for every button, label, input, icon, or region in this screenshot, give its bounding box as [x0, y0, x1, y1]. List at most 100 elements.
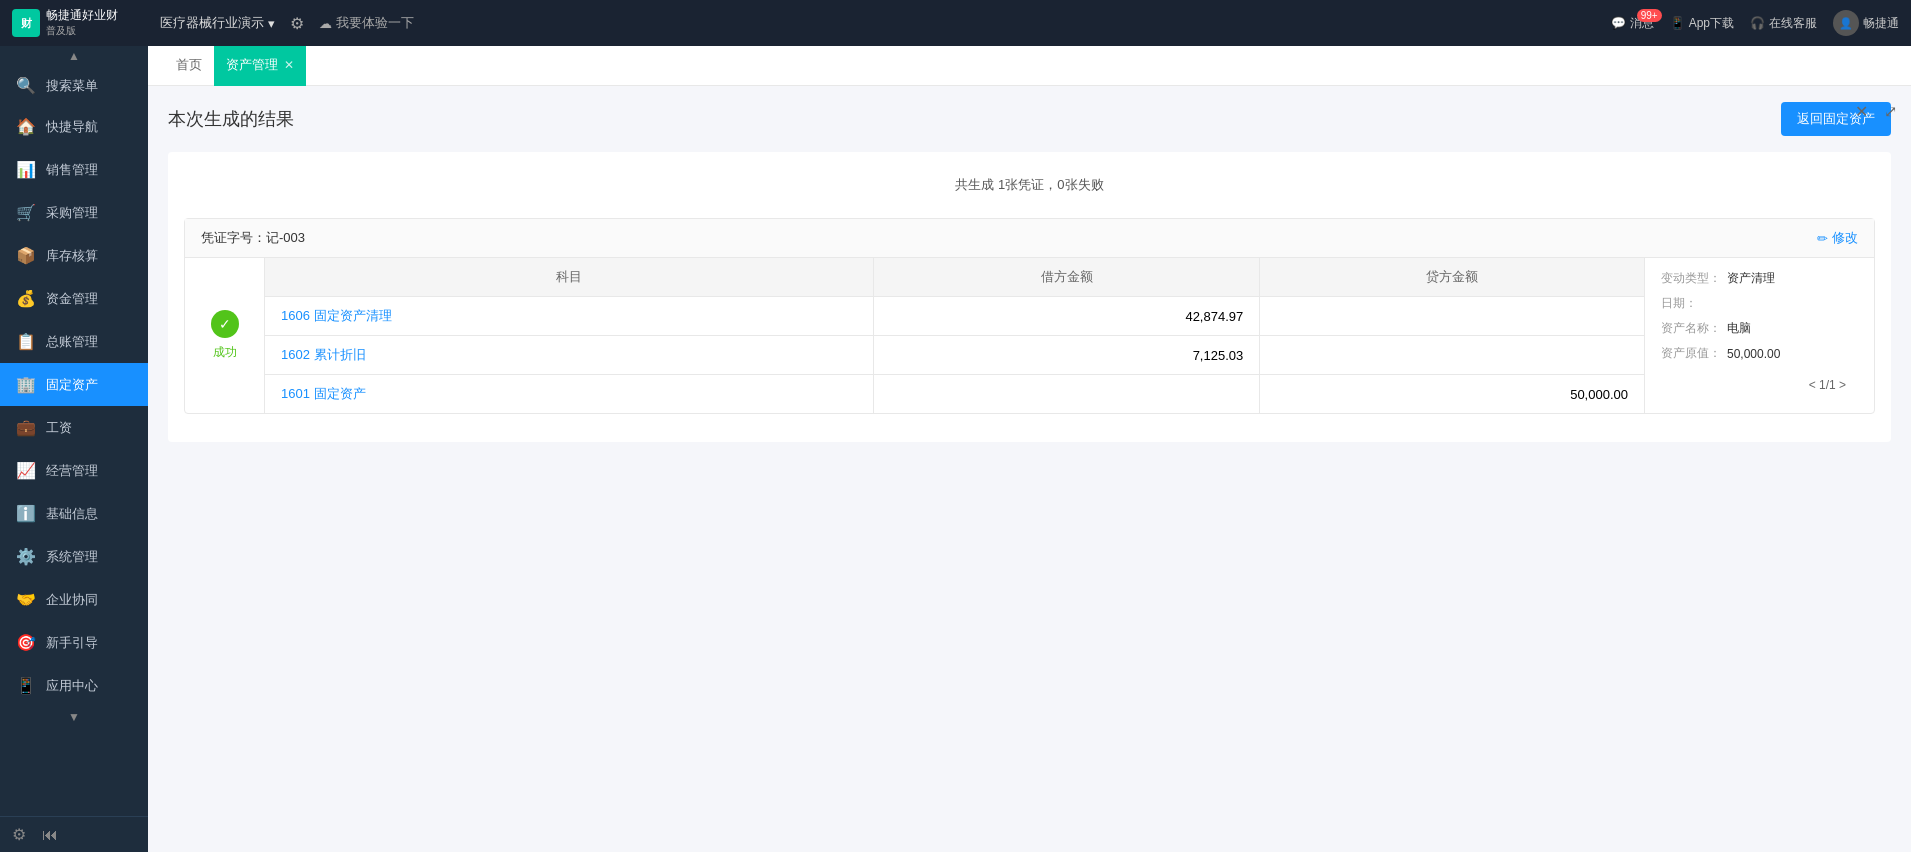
sidebar-item-basic-info[interactable]: ℹ️ 基础信息 [0, 492, 148, 535]
app-name: 畅捷通好业财 [46, 8, 118, 24]
sidebar-item-finance[interactable]: 💰 资金管理 [0, 277, 148, 320]
debit-1: 42,874.97 [873, 297, 1259, 336]
expand-panel-button[interactable]: ⤢ [1878, 100, 1903, 123]
asset-original-value: 50,000.00 [1727, 347, 1780, 361]
experience-button[interactable]: ☁ 我要体验一下 [319, 14, 414, 32]
tab-asset-management-label: 资产管理 [226, 56, 278, 74]
sidebar-item-operations[interactable]: 📈 经营管理 [0, 449, 148, 492]
fixed-assets-icon: 🏢 [16, 375, 36, 394]
sidebar-item-system[interactable]: ⚙️ 系统管理 [0, 535, 148, 578]
top-header: 财 畅捷通好业财 普及版 医疗器械行业演示 ▾ ⚙ ☁ 我要体验一下 💬 消息 … [0, 0, 1911, 46]
user-area[interactable]: 👤 畅捷通 [1833, 10, 1899, 36]
asset-name-label: 资产名称： [1661, 320, 1721, 337]
sales-icon: 📊 [16, 160, 36, 179]
close-panel-button[interactable]: ✕ [1849, 100, 1874, 123]
sidebar-label-quick-nav: 快捷导航 [46, 118, 98, 136]
app-download-button[interactable]: 📱 App下载 [1670, 15, 1734, 32]
app-center-icon: 📱 [16, 676, 36, 695]
date-label: 日期： [1661, 295, 1697, 312]
sidebar-item-cooperation[interactable]: 🤝 企业协同 [0, 578, 148, 621]
sidebar-label-guide: 新手引导 [46, 634, 98, 652]
subject-link-3[interactable]: 1601 固定资产 [281, 386, 366, 401]
logo-area: 财 畅捷通好业财 普及版 [12, 8, 160, 38]
sidebar-label-purchase: 采购管理 [46, 204, 98, 222]
download-icon: 📱 [1670, 16, 1685, 30]
purchase-icon: 🛒 [16, 203, 36, 222]
search-icon: 🔍 [16, 76, 36, 95]
nav-bar: 医疗器械行业演示 ▾ ⚙ ☁ 我要体验一下 [160, 9, 1611, 37]
asset-original-row: 资产原值： 50,000.00 [1661, 345, 1858, 362]
basic-info-icon: ℹ️ [16, 504, 36, 523]
settings-icon[interactable]: ⚙ [283, 9, 311, 37]
chevron-down-icon: ▾ [268, 16, 275, 31]
credit-3: 50,000.00 [1260, 375, 1644, 414]
sidebar-label-operations: 经营管理 [46, 462, 98, 480]
sidebar-item-inventory[interactable]: 📦 库存核算 [0, 234, 148, 277]
message-badge: 99+ [1637, 9, 1662, 22]
sidebar-label-cooperation: 企业协同 [46, 591, 98, 609]
table-row: 1602 累计折旧 7,125.03 [265, 336, 1644, 375]
home-icon: 🏠 [16, 117, 36, 136]
tab-close-icon[interactable]: ✕ [284, 58, 294, 72]
logo-icon: 财 [12, 9, 40, 37]
sidebar-scroll-down[interactable]: ▼ [0, 707, 148, 727]
credit-2 [1260, 336, 1644, 375]
sidebar-item-ledger[interactable]: 📋 总账管理 [0, 320, 148, 363]
table-row: 1606 固定资产清理 42,874.97 [265, 297, 1644, 336]
col-debit: 借方金额 [873, 258, 1259, 297]
system-icon: ⚙️ [16, 547, 36, 566]
subject-link-1[interactable]: 1606 固定资产清理 [281, 308, 392, 323]
tab-asset-management[interactable]: 资产管理 ✕ [214, 46, 306, 86]
app-download-label: App下载 [1689, 15, 1734, 32]
sidebar-label-fixed-assets: 固定资产 [46, 376, 98, 394]
sidebar-label-finance: 资金管理 [46, 290, 98, 308]
asset-name-value: 电脑 [1727, 320, 1751, 337]
change-type-row: 变动类型： 资产清理 [1661, 270, 1858, 287]
subject-link-2[interactable]: 1602 累计折旧 [281, 347, 366, 362]
tab-home[interactable]: 首页 [164, 46, 214, 86]
sidebar-item-search[interactable]: 🔍 搜索菜单 [0, 66, 148, 105]
sidebar-label-inventory: 库存核算 [46, 247, 98, 265]
online-service-button[interactable]: 🎧 在线客服 [1750, 15, 1817, 32]
sidebar-scroll-up[interactable]: ▲ [0, 46, 148, 66]
payroll-icon: 💼 [16, 418, 36, 437]
asset-name-row: 资产名称： 电脑 [1661, 320, 1858, 337]
sidebar-label-basic-info: 基础信息 [46, 505, 98, 523]
tab-bar: 首页 资产管理 ✕ [148, 46, 1911, 86]
edit-label: 修改 [1832, 229, 1858, 247]
sidebar-label-app-center: 应用中心 [46, 677, 98, 695]
sidebar-collapse-icon[interactable]: ⏮ [42, 826, 58, 844]
sidebar-item-fixed-assets[interactable]: 🏢 固定资产 [0, 363, 148, 406]
success-indicator: ✓ 成功 [185, 258, 265, 413]
col-subject: 科目 [265, 258, 873, 297]
sidebar-item-payroll[interactable]: 💼 工资 [0, 406, 148, 449]
success-circle: ✓ [211, 310, 239, 338]
sidebar-item-app-center[interactable]: 📱 应用中心 [0, 664, 148, 707]
pagination[interactable]: < 1/1 > [1661, 370, 1858, 396]
project-selector[interactable]: 医疗器械行业演示 ▾ [160, 14, 275, 32]
operations-icon: 📈 [16, 461, 36, 480]
voucher-card: 凭证字号：记-003 ✏ 修改 ✓ 成功 [184, 218, 1875, 414]
content-area: ✕ ⤢ 首页 资产管理 ✕ 本次生成的结果 返回固定资产 共生成 1张凭证，0张… [148, 46, 1911, 852]
sidebar-item-quick-nav[interactable]: 🏠 快捷导航 [0, 105, 148, 148]
date-row: 日期： [1661, 295, 1858, 312]
sidebar-settings-icon[interactable]: ⚙ [12, 825, 26, 844]
user-avatar: 👤 [1833, 10, 1859, 36]
sidebar-item-guide[interactable]: 🎯 新手引导 [0, 621, 148, 664]
voucher-number: 凭证字号：记-003 [201, 229, 305, 247]
sidebar-item-sales[interactable]: 📊 销售管理 [0, 148, 148, 191]
message-button[interactable]: 💬 消息 99+ [1611, 15, 1654, 32]
sidebar-item-purchase[interactable]: 🛒 采购管理 [0, 191, 148, 234]
edit-voucher-button[interactable]: ✏ 修改 [1817, 229, 1858, 247]
online-service-label: 在线客服 [1769, 15, 1817, 32]
message-icon: 💬 [1611, 16, 1626, 30]
sidebar-label-payroll: 工资 [46, 419, 72, 437]
inventory-icon: 📦 [16, 246, 36, 265]
tab-home-label: 首页 [176, 56, 202, 74]
cooperation-icon: 🤝 [16, 590, 36, 609]
main-layout: ▲ 🔍 搜索菜单 🏠 快捷导航 📊 销售管理 🛒 采购管理 📦 库存核算 💰 资… [0, 46, 1911, 852]
finance-icon: 💰 [16, 289, 36, 308]
sidebar-bottom: ⚙ ⏮ [0, 816, 148, 852]
sidebar-label-search: 搜索菜单 [46, 77, 98, 95]
result-panel: 共生成 1张凭证，0张失败 凭证字号：记-003 ✏ 修改 ✓ [168, 152, 1891, 442]
